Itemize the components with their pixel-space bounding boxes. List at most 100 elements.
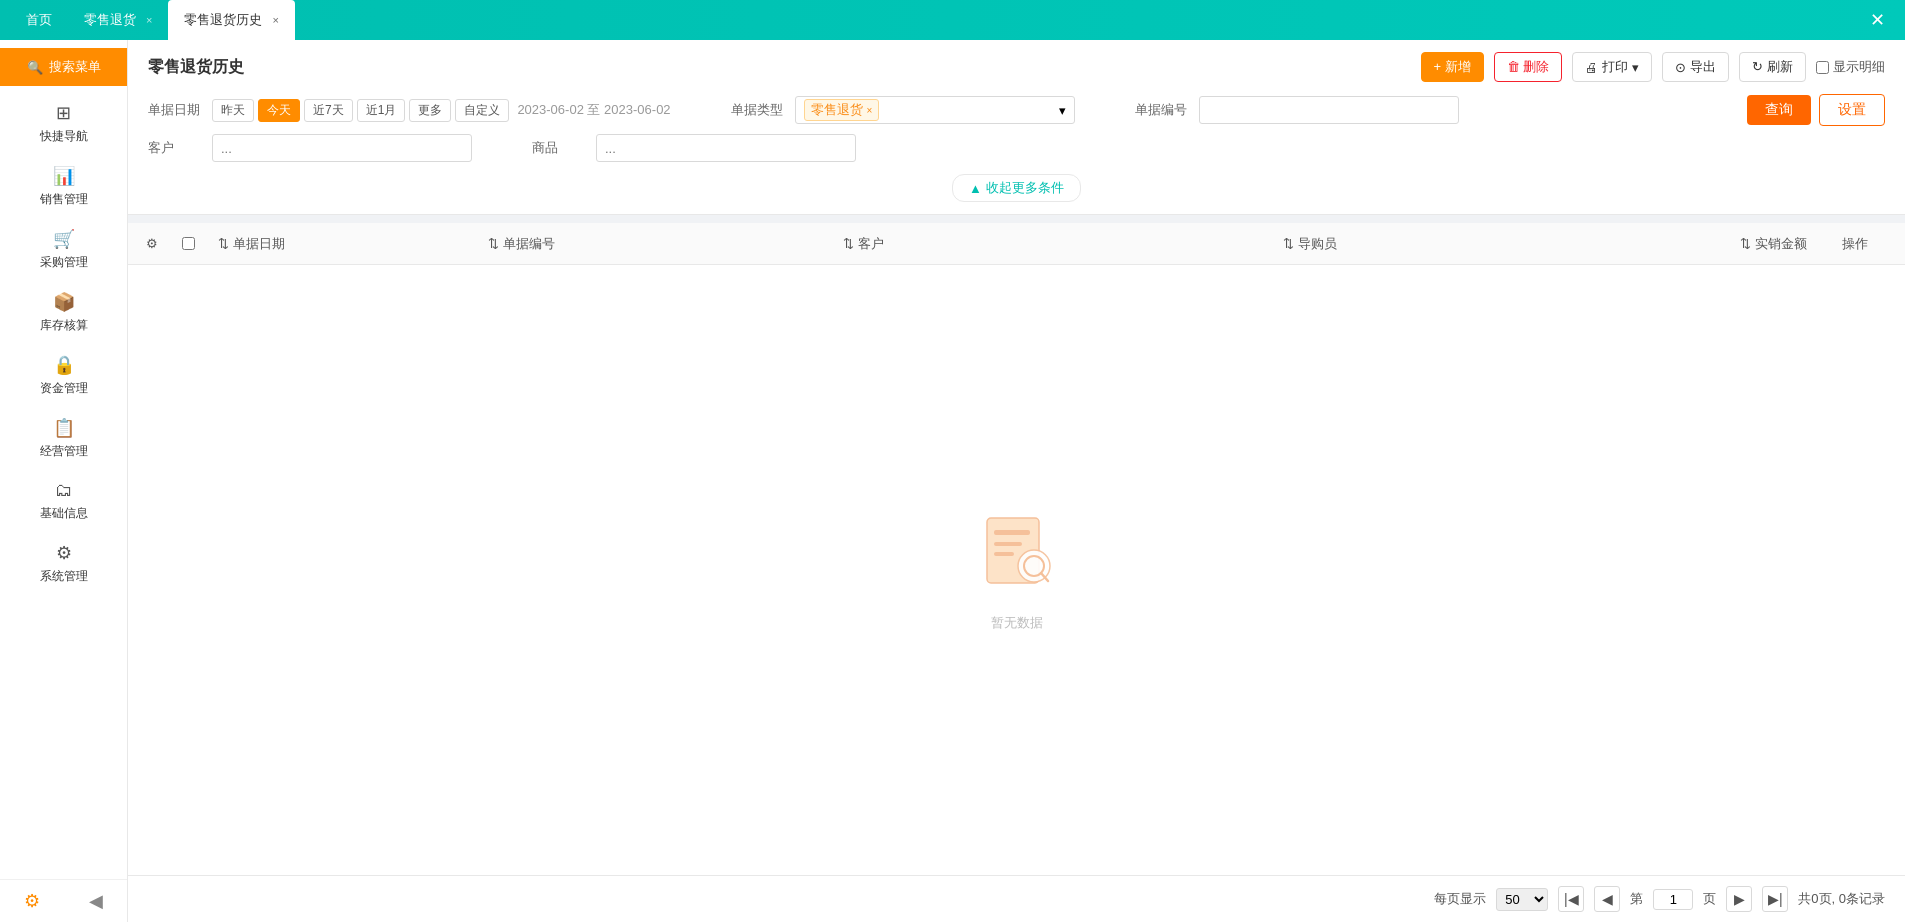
filter-date-group: 单据日期 昨天 今天 近7天 近1月 更多 自定义 2023-06-02 至 2… [148, 99, 671, 122]
sidebar-item-system-mgmt[interactable]: ⚙ 系统管理 [0, 530, 127, 593]
tab-retail-return[interactable]: 零售退货 × [68, 0, 168, 40]
date-btn-more[interactable]: 更多 [409, 99, 451, 122]
page-size-select[interactable]: 10 20 50 100 [1496, 888, 1548, 911]
filter-customer-group: 客户 [148, 134, 472, 162]
export-button[interactable]: ⊙ 导出 [1662, 52, 1729, 82]
system-mgmt-icon: ⚙ [56, 542, 72, 564]
sidebar-item-quick-nav[interactable]: ⊞ 快捷导航 [0, 90, 127, 153]
date-label: 单据日期 [148, 101, 204, 119]
bill-no-label: 单据编号 [1135, 101, 1191, 119]
page-title-row: 零售退货历史 + 新增 🗑 删除 🖨 打印 ▾ ⊙ 导出 ↻ 刷新 [148, 52, 1885, 82]
filter-goods-group: 商品 [532, 134, 856, 162]
table-header: ⚙ ⇅ 单据日期 ⇅ 单据编号 ⇅ 客户 ⇅ [128, 223, 1905, 265]
sidebar-item-finance-mgmt-label: 资金管理 [40, 380, 88, 397]
print-label: 打印 [1602, 58, 1628, 76]
page-number-input[interactable]: 1 [1653, 889, 1693, 910]
th-bill-no[interactable]: ⇅ 单据编号 [480, 235, 835, 253]
sidebar-item-purchase-mgmt-label: 采购管理 [40, 254, 88, 271]
delete-button[interactable]: 🗑 删除 [1494, 52, 1563, 82]
window-close-button[interactable]: ✕ [1860, 9, 1895, 31]
date-btn-yesterday[interactable]: 昨天 [212, 99, 254, 122]
sidebar-item-stock-check[interactable]: 📦 库存核算 [0, 279, 127, 342]
sort-icon-date: ⇅ [218, 236, 229, 251]
goods-label: 商品 [532, 139, 588, 157]
tab-retail-return-history-close[interactable]: × [272, 14, 278, 26]
th-amount[interactable]: ⇅ 实销金额 [1630, 235, 1815, 253]
sort-icon-bill-no: ⇅ [488, 236, 499, 251]
basic-info-icon: 🗂 [55, 480, 73, 501]
filter-row-1: 单据日期 昨天 今天 近7天 近1月 更多 自定义 2023-06-02 至 2… [148, 94, 1885, 126]
th-amount-label: 实销金额 [1755, 235, 1807, 253]
sidebar-item-purchase-mgmt[interactable]: 🛒 采购管理 [0, 216, 127, 279]
sidebar-item-operations-mgmt-label: 经营管理 [40, 443, 88, 460]
page-label: 第 [1630, 890, 1643, 908]
th-guide-label: 导购员 [1298, 235, 1337, 253]
bill-type-label: 单据类型 [731, 101, 787, 119]
sidebar-item-basic-info[interactable]: 🗂 基础信息 [0, 468, 127, 530]
sidebar-search[interactable]: 🔍 搜索菜单 [0, 48, 127, 86]
filter-bill-no-group: 单据编号 [1135, 96, 1459, 124]
tab-home[interactable]: 首页 [10, 0, 68, 40]
sidebar-item-operations-mgmt[interactable]: 📋 经营管理 [0, 405, 127, 468]
sales-mgmt-icon: 📊 [53, 165, 75, 187]
sidebar-item-finance-mgmt[interactable]: 🔒 资金管理 [0, 342, 127, 405]
sidebar-item-sales-mgmt[interactable]: 📊 销售管理 [0, 153, 127, 216]
sidebar-settings-icon[interactable]: ⚙ [24, 890, 40, 912]
sidebar-item-sales-mgmt-label: 销售管理 [40, 191, 88, 208]
filter-row-2: 客户 商品 [148, 134, 1885, 162]
sidebar-collapse-icon[interactable]: ◀ [89, 890, 103, 912]
th-settings[interactable]: ⚙ [138, 236, 174, 251]
tab-retail-return-close[interactable]: × [146, 14, 152, 26]
collapse-button[interactable]: ▲ 收起更多条件 [952, 174, 1081, 202]
date-btn-last1month[interactable]: 近1月 [357, 99, 406, 122]
settings-column-icon[interactable]: ⚙ [146, 236, 158, 251]
add-button[interactable]: + 新增 [1421, 52, 1484, 82]
date-range: 2023-06-02 至 2023-06-02 [517, 101, 670, 119]
th-bill-no-label: 单据编号 [503, 235, 555, 253]
first-page-button[interactable]: |◀ [1558, 886, 1584, 912]
prev-page-button[interactable]: ◀ [1594, 886, 1620, 912]
main-layout: 🔍 搜索菜单 ⊞ 快捷导航 📊 销售管理 🛒 采购管理 📦 库存核算 🔒 资金管… [0, 40, 1905, 922]
query-button[interactable]: 查询 [1747, 95, 1811, 125]
print-button[interactable]: 🖨 打印 ▾ [1572, 52, 1652, 82]
collapse-icon: ▲ [969, 181, 982, 196]
pagination: 每页显示 10 20 50 100 |◀ ◀ 第 1 页 ▶ ▶| 共0页, 0… [128, 875, 1905, 922]
date-btn-custom[interactable]: 自定义 [455, 99, 509, 122]
goods-input[interactable] [596, 134, 856, 162]
last-page-button[interactable]: ▶| [1762, 886, 1788, 912]
th-customer-label: 客户 [858, 235, 884, 253]
table-container: ⚙ ⇅ 单据日期 ⇅ 单据编号 ⇅ 客户 ⇅ [128, 223, 1905, 922]
bill-no-input[interactable] [1199, 96, 1459, 124]
page-unit: 页 [1703, 890, 1716, 908]
bill-type-select[interactable]: 零售退货 × ▾ [795, 96, 1075, 124]
filter-settings-button[interactable]: 设置 [1819, 94, 1885, 126]
bill-type-dropdown-icon[interactable]: ▾ [1059, 103, 1066, 118]
quick-nav-icon: ⊞ [56, 102, 71, 124]
page-size-label: 每页显示 [1434, 890, 1486, 908]
refresh-button[interactable]: ↻ 刷新 [1739, 52, 1806, 82]
date-btn-today[interactable]: 今天 [258, 99, 300, 122]
th-customer[interactable]: ⇅ 客户 [835, 235, 1275, 253]
bill-type-tag-text: 零售退货 [811, 101, 863, 119]
bill-type-tag-remove[interactable]: × [867, 105, 873, 116]
sidebar-search-label: 搜索菜单 [49, 58, 101, 76]
svg-rect-2 [994, 542, 1022, 546]
sidebar-item-basic-info-label: 基础信息 [40, 505, 88, 522]
top-bar: 首页 零售退货 × 零售退货历史 × ✕ [0, 0, 1905, 40]
sidebar-item-quick-nav-label: 快捷导航 [40, 128, 88, 145]
filter-bill-type-group: 单据类型 零售退货 × ▾ [731, 96, 1075, 124]
customer-input[interactable] [212, 134, 472, 162]
date-btn-last7[interactable]: 近7天 [304, 99, 353, 122]
show-detail-checkbox-label[interactable]: 显示明细 [1816, 58, 1885, 76]
customer-label: 客户 [148, 139, 204, 157]
select-all-checkbox[interactable] [182, 237, 195, 250]
toolbar: + 新增 🗑 删除 🖨 打印 ▾ ⊙ 导出 ↻ 刷新 显示明细 [1421, 52, 1885, 82]
export-icon: ⊙ [1675, 60, 1686, 75]
tab-retail-return-history[interactable]: 零售退货历史 × [168, 0, 294, 40]
finance-mgmt-icon: 🔒 [53, 354, 75, 376]
show-detail-checkbox[interactable] [1816, 61, 1829, 74]
next-page-button[interactable]: ▶ [1726, 886, 1752, 912]
th-checkbox[interactable] [174, 237, 210, 250]
th-date[interactable]: ⇅ 单据日期 [210, 235, 480, 253]
th-guide[interactable]: ⇅ 导购员 [1275, 235, 1630, 253]
